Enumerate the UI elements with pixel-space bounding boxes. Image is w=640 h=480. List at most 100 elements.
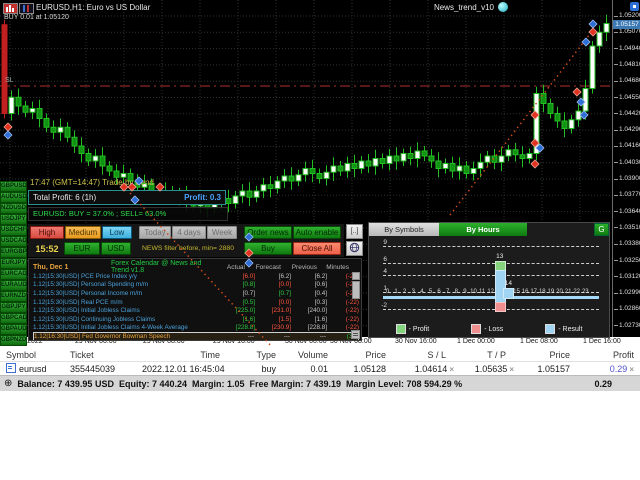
th-ticket[interactable]: Ticket bbox=[64, 350, 142, 360]
event-previous: [1.6] bbox=[314, 315, 327, 323]
week-button[interactable]: Week bbox=[207, 226, 237, 239]
price-tick: 1.04420 bbox=[614, 110, 640, 117]
result-bar bbox=[503, 288, 515, 300]
forex-calendar-panel: Thu, Dec 1 Forex Calendar @ News and Tre… bbox=[28, 258, 362, 341]
close-all-button[interactable]: Close All bbox=[293, 242, 341, 255]
event-previous: [0.3] bbox=[314, 298, 327, 306]
clock-label: 15:52 bbox=[35, 243, 59, 254]
today-button[interactable]: Today bbox=[139, 226, 171, 239]
th-symbol[interactable]: Symbol bbox=[0, 350, 64, 360]
calendar-event-row[interactable]: 1.12|15:30|USD| Initial Jobless Claims 4… bbox=[33, 324, 359, 333]
sidebar-symbol-usdcad[interactable]: USDCAD bbox=[0, 236, 27, 247]
g-button[interactable]: G bbox=[594, 223, 609, 236]
medium-impact-button[interactable]: Medium bbox=[65, 226, 101, 239]
event-name: 1.12|16:30|USD| Fed Governor Bowman Spee… bbox=[34, 333, 171, 341]
remove-tp-icon[interactable]: × bbox=[509, 365, 514, 374]
calendar-scrollbar[interactable] bbox=[352, 272, 360, 328]
usd-button[interactable]: USD bbox=[101, 242, 131, 255]
sidebar-symbol-eurjpy[interactable]: EURJPY bbox=[0, 258, 27, 269]
th-volume[interactable]: Volume bbox=[290, 350, 342, 360]
tab-by-symbols[interactable]: By Symbols bbox=[369, 223, 439, 236]
calendar-corner-icon[interactable] bbox=[351, 330, 360, 339]
calendar-event-row[interactable]: 1.12|15:30|USD| PCE Price Index y/y [6.0]… bbox=[33, 272, 359, 281]
current-profit-label: Profit: 0.3 bbox=[184, 193, 221, 202]
sidebar-symbol-gbpusd[interactable]: GBPUSD bbox=[0, 181, 27, 192]
event-previous: [240.0] bbox=[307, 307, 327, 315]
sidebar-symbol-nzdusd[interactable]: NZDUSD bbox=[0, 203, 27, 214]
buy-button[interactable]: Buy bbox=[244, 242, 292, 255]
sidebar-symbol-eurcad[interactable]: EURCAD bbox=[0, 269, 27, 280]
remove-sl-icon[interactable]: × bbox=[449, 365, 454, 374]
th-price-open[interactable]: Price bbox=[342, 350, 400, 360]
sidebar-symbol-eurnzd[interactable]: EURNZD bbox=[0, 291, 27, 302]
sidebar-symbol-eurgbp[interactable]: EURGBP bbox=[0, 247, 27, 258]
calendar-event-row[interactable]: 1.12|15:30|USD| Real PCE m/m [0.5] [0.0] [0… bbox=[33, 298, 359, 307]
sidebar-symbol-usdjpy[interactable]: USDJPY bbox=[0, 214, 27, 225]
order-news-button[interactable]: Order news bbox=[244, 226, 292, 239]
auto-enable-button[interactable]: Auto enable bbox=[293, 226, 341, 239]
stoploss-label: SL bbox=[5, 77, 14, 84]
chart-title: EURUSD,H1: Euro vs US Dollar bbox=[36, 3, 151, 12]
th-tp[interactable]: T / P bbox=[460, 350, 520, 360]
calendar-event-row[interactable]: 1.12|15:30|USD| Personal Spending m/m [0.… bbox=[33, 281, 359, 290]
sidebar-symbol-gbpaud[interactable]: GBPAUD bbox=[0, 324, 27, 335]
event-name: 1.12|15:30|USD| Initial Jobless Claims 4… bbox=[33, 324, 188, 332]
news-filter-label: NEWS filter before, min= 2880 bbox=[142, 245, 234, 252]
calendar-event-row[interactable]: 1.12|15:30|USD| Initial Jobless Claims [2… bbox=[33, 306, 359, 315]
globe-button[interactable] bbox=[346, 241, 363, 256]
calendar-event-row[interactable]: 1.12|15:30|USD| Personal Income m/m [0.7]… bbox=[33, 289, 359, 298]
price-tick: 1.04680 bbox=[614, 77, 640, 84]
price-tick: 1.03380 bbox=[614, 240, 640, 247]
hours-bar-chart: 0123456789101112131415161718192021222313… bbox=[383, 239, 599, 317]
session-info: 17:47 (GMT=14:47) Trade by trend bbox=[30, 178, 154, 187]
trade-table-header: Symbol Ticket Time Type Volume Price S /… bbox=[0, 348, 640, 362]
sidebar-symbol-usdchf[interactable]: USDCHF bbox=[0, 225, 27, 236]
price-tick: 1.04160 bbox=[614, 142, 640, 149]
close-order-icon[interactable]: × bbox=[629, 365, 634, 374]
price-scale[interactable]: 1.05157 1.05200 1.05070 1.04940 1.04810 1.04… bbox=[612, 0, 640, 337]
event-previous: [6.2] bbox=[314, 272, 327, 280]
loss-bar bbox=[494, 301, 506, 313]
tab-by-hours[interactable]: By Hours bbox=[439, 223, 527, 236]
calendar-header: Thu, Dec 1 Forex Calendar @ News and Tre… bbox=[29, 259, 361, 274]
th-time[interactable]: Time bbox=[142, 350, 234, 360]
sidebar-symbol-audusd[interactable]: AUDUSD bbox=[0, 192, 27, 203]
event-name: 1.12|15:30|USD| Continuing Jobless Claim… bbox=[33, 315, 156, 323]
control-panel: High Medium Low Today 4 days Week Order … bbox=[28, 224, 344, 257]
th-type[interactable]: Type bbox=[234, 350, 290, 360]
scroll-up-button[interactable] bbox=[352, 272, 360, 280]
col-forecast: Forecast bbox=[255, 263, 281, 271]
globe-indicator-icon bbox=[498, 2, 508, 12]
grid-line bbox=[383, 263, 599, 265]
bar-label: 14 bbox=[504, 280, 512, 288]
expand-button[interactable]: [..] bbox=[346, 224, 363, 239]
account-summary-bar: ⊕ Balance: 7 439.95 USD Equity: 7 440.24… bbox=[0, 375, 640, 391]
low-impact-button[interactable]: Low bbox=[102, 226, 132, 239]
sidebar-symbol-euraud[interactable]: EURAUD bbox=[0, 280, 27, 291]
th-price-current[interactable]: Price bbox=[520, 350, 584, 360]
price-tick: 1.04030 bbox=[614, 159, 640, 166]
trade-row[interactable]: eurusd 355445039 2022.12.01 16:45:04 buy… bbox=[0, 362, 640, 375]
sidebar-symbol-gbpcad[interactable]: GBPCAD bbox=[0, 313, 27, 324]
sidebar-symbol-gbpjpy[interactable]: GBPJPY bbox=[0, 302, 27, 313]
sidebar-symbol-gbpnzd[interactable]: GBPNZD bbox=[0, 335, 27, 346]
scroll-thumb[interactable] bbox=[352, 281, 360, 299]
price-tick: 1.04940 bbox=[614, 45, 640, 52]
calendar-event-row[interactable]: 1.12|16:30|USD| Fed Governor Bowman Spee… bbox=[33, 332, 359, 341]
price-tick: 1.03510 bbox=[614, 224, 640, 231]
calendar-rows: 1.12|15:30|USD| PCE Price Index y/y [6.0]… bbox=[29, 272, 361, 341]
price-tick: 1.02860 bbox=[614, 305, 640, 312]
expander-icon[interactable]: ⊕ bbox=[4, 378, 12, 389]
autoscroll-icon[interactable] bbox=[630, 2, 639, 11]
calendar-event-row[interactable]: 1.12|15:30|USD| Continuing Jobless Claim… bbox=[33, 315, 359, 324]
th-profit[interactable]: Profit bbox=[584, 350, 640, 360]
eur-button[interactable]: EUR bbox=[64, 242, 100, 255]
indicator-name: News_trend_v10 bbox=[433, 3, 494, 12]
high-impact-button[interactable]: High bbox=[30, 226, 64, 239]
event-previous: [0.6] bbox=[314, 281, 327, 289]
event-forecast: [0.0] bbox=[278, 281, 291, 289]
four-days-button[interactable]: 4 days bbox=[172, 226, 206, 239]
grid-line bbox=[383, 308, 599, 310]
total-profit-label: Total Profit: 6 (1h) bbox=[33, 193, 97, 202]
th-sl[interactable]: S / L bbox=[400, 350, 460, 360]
